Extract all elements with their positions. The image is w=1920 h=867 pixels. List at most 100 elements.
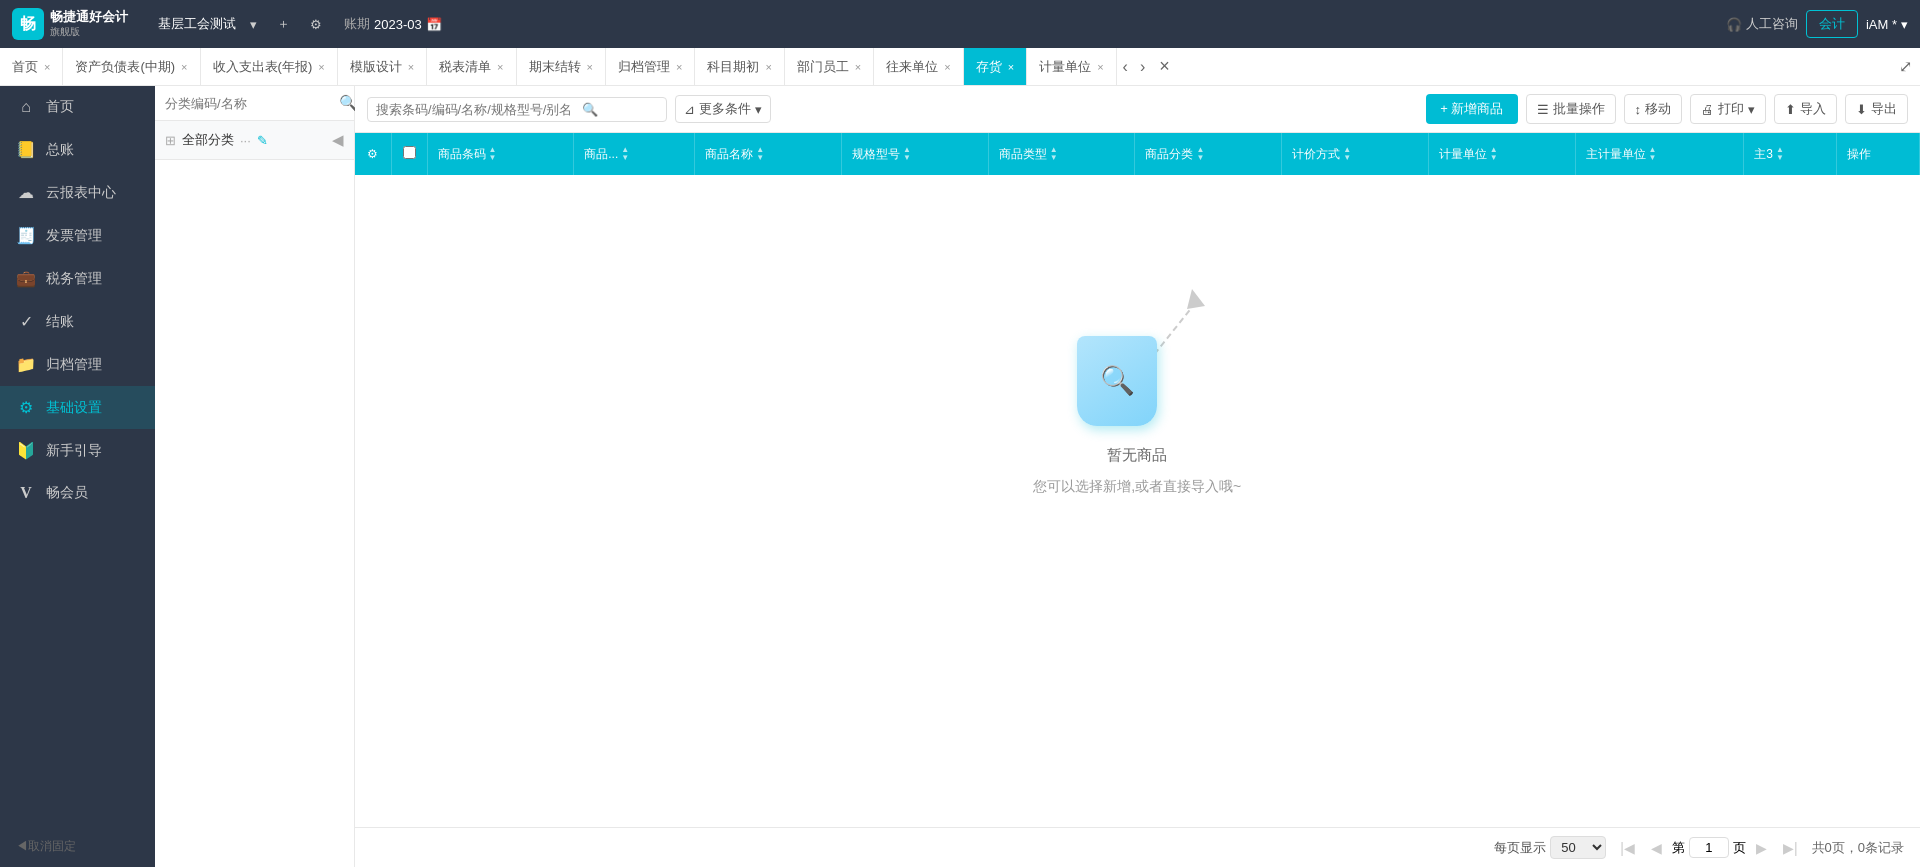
user-btn[interactable]: iAM * ▾: [1866, 17, 1908, 32]
th-category[interactable]: 商品分类 ▲▼: [1135, 133, 1282, 175]
th-settings[interactable]: ⚙: [355, 133, 391, 175]
export-btn[interactable]: ⬇ 导出: [1845, 94, 1908, 124]
ellipsis-icon[interactable]: ···: [240, 133, 251, 148]
search-bar-icon[interactable]: 🔍: [582, 102, 598, 117]
header-right: 🎧 人工咨询 会计 iAM * ▾: [1726, 10, 1908, 38]
tab-label: 部门员工: [797, 58, 849, 76]
tab-expand-btn[interactable]: ⤢: [1891, 48, 1920, 85]
tab-close-income[interactable]: ×: [318, 61, 324, 73]
sidebar-item-tax[interactable]: 💼 税务管理: [0, 257, 155, 300]
tab-income[interactable]: 收入支出表(年报) ×: [201, 48, 338, 85]
logo-area: 畅 畅捷通好会计 旗舰版: [12, 8, 142, 40]
add-tab-btn[interactable]: ＋: [271, 11, 296, 37]
tab-template[interactable]: 模版设计 ×: [338, 48, 427, 85]
th-type[interactable]: 商品类型 ▲▼: [988, 133, 1135, 175]
tab-unit[interactable]: 计量单位 ×: [1027, 48, 1116, 85]
sidebar-item-reports[interactable]: ☁ 云报表中心: [0, 171, 155, 214]
tab-balance[interactable]: 资产负债表(中期) ×: [63, 48, 200, 85]
filter-btn[interactable]: ⊿ 更多条件 ▾: [675, 95, 771, 123]
tab-next-btn[interactable]: ›: [1134, 48, 1151, 85]
tab-close-all-btn[interactable]: ×: [1151, 48, 1178, 85]
tab-close-dept[interactable]: ×: [855, 61, 861, 73]
collapse-icon[interactable]: ◀: [332, 131, 344, 149]
consult-btn[interactable]: 🎧 人工咨询: [1726, 15, 1798, 33]
tab-label: 收入支出表(年报): [213, 58, 313, 76]
edit-icon[interactable]: ✎: [257, 133, 268, 148]
tab-prev-btn[interactable]: ‹: [1117, 48, 1134, 85]
category-header: ⊞ 全部分类 ··· ✎ ◀: [155, 121, 354, 160]
empty-doc-icon: 🔍: [1067, 331, 1167, 431]
sidebar-unpin-btn[interactable]: ◀取消固定: [0, 826, 155, 867]
th-unit[interactable]: 计量单位 ▲▼: [1428, 133, 1575, 175]
sidebar-item-archive[interactable]: 📁 归档管理: [0, 343, 155, 386]
tab-close-balance[interactable]: ×: [181, 61, 187, 73]
sidebar-item-home[interactable]: ⌂ 首页: [0, 86, 155, 128]
grid-icon: ⊞: [165, 133, 176, 148]
page-end-label: 页: [1733, 839, 1746, 857]
sidebar-label: 畅会员: [46, 484, 88, 502]
tab-tax[interactable]: 税表清单 ×: [427, 48, 516, 85]
first-page-btn[interactable]: |◀: [1614, 838, 1641, 858]
tab-close-archive[interactable]: ×: [676, 61, 682, 73]
archive-icon: 📁: [16, 355, 36, 374]
settings-btn[interactable]: ⚙: [304, 13, 328, 36]
per-page-select[interactable]: 10 20 50 100: [1550, 836, 1606, 859]
sidebar-label: 云报表中心: [46, 184, 116, 202]
category-search-input[interactable]: [165, 96, 333, 111]
tab-subject[interactable]: 科目期初 ×: [695, 48, 784, 85]
prev-page-btn[interactable]: ◀: [1645, 838, 1668, 858]
tab-close-home[interactable]: ×: [44, 61, 50, 73]
export-icon: ⬇: [1856, 102, 1867, 117]
th-col3[interactable]: 主3 ▲▼: [1744, 133, 1837, 175]
print-btn[interactable]: 🖨 打印 ▾: [1690, 94, 1766, 124]
tab-label: 资产负债表(中期): [75, 58, 175, 76]
tab-close-unit[interactable]: ×: [1097, 61, 1103, 73]
th-main-unit[interactable]: 主计量单位 ▲▼: [1575, 133, 1744, 175]
account-btn[interactable]: 会计: [1806, 10, 1858, 38]
period-area: 账期 2023-03 📅: [344, 15, 442, 33]
dropdown-btn[interactable]: ▾: [244, 13, 263, 36]
sidebar-item-settings[interactable]: ⚙ 基础设置: [0, 386, 155, 429]
th-checkbox[interactable]: [391, 133, 427, 175]
th-spec[interactable]: 规格型号 ▲▼: [841, 133, 988, 175]
tab-close-period-end[interactable]: ×: [587, 61, 593, 73]
tab-close-subject[interactable]: ×: [765, 61, 771, 73]
tab-close-partner[interactable]: ×: [944, 61, 950, 73]
print-dropdown-icon: ▾: [1748, 102, 1755, 117]
th-code[interactable]: 商品... ▲▼: [574, 133, 695, 175]
tab-label: 首页: [12, 58, 38, 76]
product-search-input[interactable]: [376, 102, 576, 117]
tab-close-inventory[interactable]: ×: [1008, 61, 1014, 73]
empty-title: 暂无商品: [1107, 441, 1167, 468]
filter-icon: ⊿: [684, 102, 695, 117]
calendar-icon[interactable]: 📅: [426, 17, 442, 32]
next-page-btn[interactable]: ▶: [1750, 838, 1773, 858]
tab-bar: 首页 × 资产负债表(中期) × 收入支出表(年报) × 模版设计 × 税表清单…: [0, 48, 1920, 86]
tab-home[interactable]: 首页 ×: [0, 48, 63, 85]
sidebar-item-ledger[interactable]: 📒 总账: [0, 128, 155, 171]
sidebar-label: 发票管理: [46, 227, 102, 245]
sidebar-item-guide[interactable]: 🔰 新手引导: [0, 429, 155, 472]
tab-close-template[interactable]: ×: [408, 61, 414, 73]
tab-period-end[interactable]: 期末结转 ×: [517, 48, 606, 85]
sidebar-item-member[interactable]: V 畅会员: [0, 472, 155, 514]
batch-btn[interactable]: ☰ 批量操作: [1526, 94, 1616, 124]
tab-dept[interactable]: 部门员工 ×: [785, 48, 874, 85]
select-all-checkbox[interactable]: [403, 146, 416, 159]
th-barcode[interactable]: 商品条码 ▲▼: [427, 133, 574, 175]
tab-archive[interactable]: 归档管理 ×: [606, 48, 695, 85]
tab-inventory[interactable]: 存货 ×: [964, 48, 1027, 85]
move-btn[interactable]: ↕ 移动: [1624, 94, 1683, 124]
main-layout: ⌂ 首页 📒 总账 ☁ 云报表中心 🧾 发票管理 💼 税务管理 ✓ 结账 📁 归…: [0, 86, 1920, 867]
page-input[interactable]: [1689, 837, 1729, 858]
tab-close-tax[interactable]: ×: [497, 61, 503, 73]
import-btn[interactable]: ⬆ 导入: [1774, 94, 1837, 124]
add-product-btn[interactable]: + 新增商品: [1426, 94, 1517, 124]
sidebar-item-invoice[interactable]: 🧾 发票管理: [0, 214, 155, 257]
product-search-bar: 🔍: [367, 97, 667, 122]
th-price-method[interactable]: 计价方式 ▲▼: [1282, 133, 1429, 175]
last-page-btn[interactable]: ▶|: [1777, 838, 1804, 858]
th-name[interactable]: 商品名称 ▲▼: [695, 133, 842, 175]
tab-partner[interactable]: 往来单位 ×: [874, 48, 963, 85]
sidebar-item-settle[interactable]: ✓ 结账: [0, 300, 155, 343]
